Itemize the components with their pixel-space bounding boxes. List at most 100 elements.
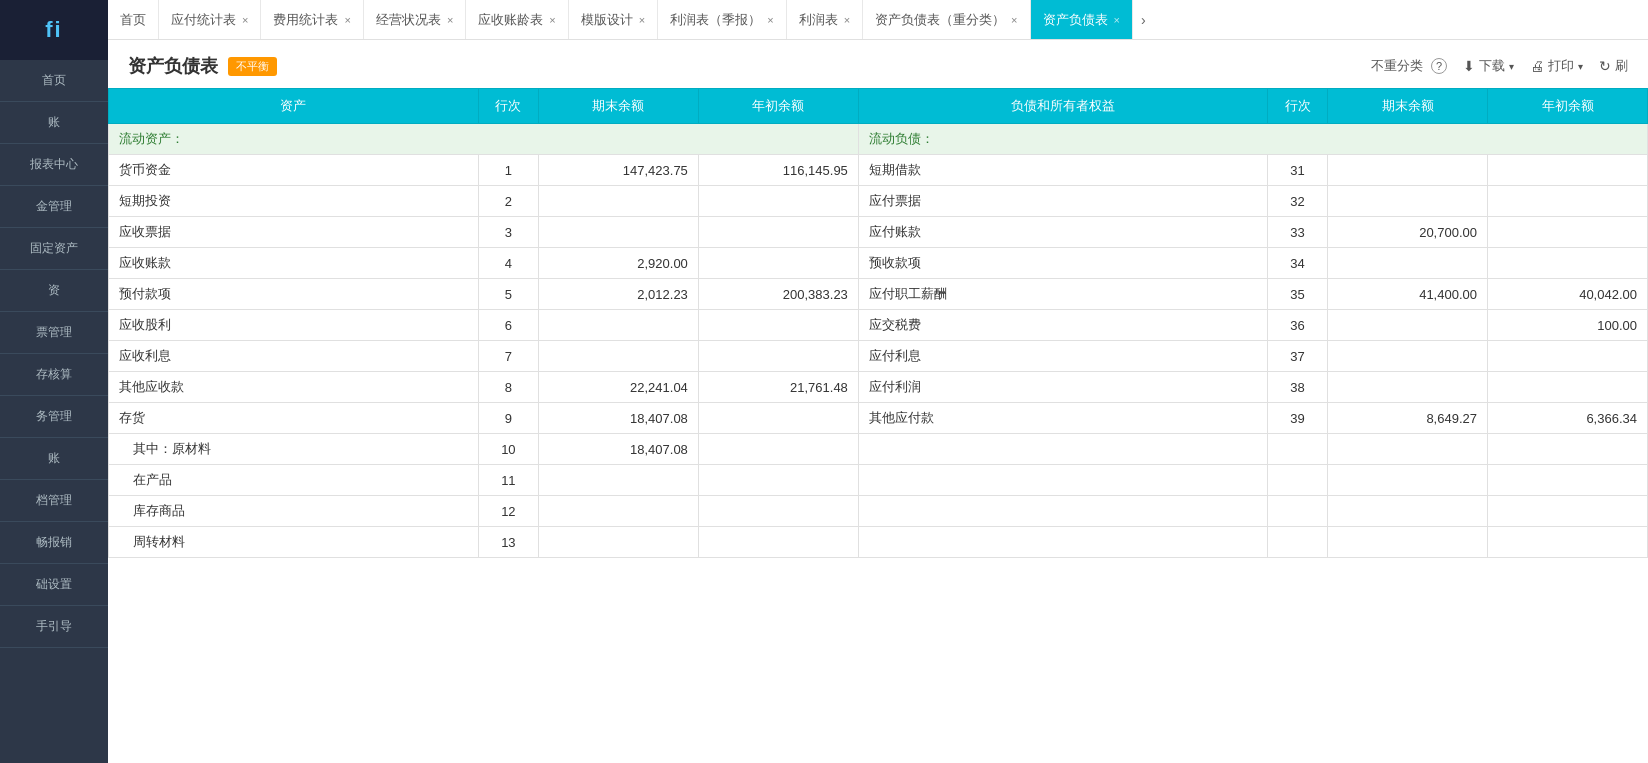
download-btn[interactable]: ⬇ 下载 ▾ — [1463, 57, 1514, 75]
tab-close-expense-stats[interactable]: × — [344, 14, 350, 26]
report-table: 资产 行次 期末余额 年初余额 负债和所有者权益 行次 期末余额 年初余额 流动… — [108, 88, 1648, 558]
sidebar-item-settings[interactable]: 础设置 — [0, 564, 108, 606]
table-row-left-end-5: 2,012.23 — [538, 279, 698, 310]
tab-template-design[interactable]: 模版设计 × — [569, 0, 658, 40]
sidebar-item-assets[interactable]: 固定资产 — [0, 228, 108, 270]
tab-close-profit-quarterly[interactable]: × — [767, 14, 773, 26]
table-row-left-num-11: 11 — [478, 465, 538, 496]
tab-close-profit[interactable]: × — [844, 14, 850, 26]
download-icon: ⬇ — [1463, 58, 1475, 74]
table-row-left-item-3: 应收票据 — [109, 217, 479, 248]
table-row-left-item-13: 周转材料 — [109, 527, 479, 558]
section-left-0: 流动资产： — [109, 124, 859, 155]
table-row-right-end-5: 41,400.00 — [1328, 279, 1488, 310]
table-row-right-begin-9: 6,366.34 — [1488, 403, 1648, 434]
table-row-right-num-8: 38 — [1268, 372, 1328, 403]
table-row-left-begin-5: 200,383.23 — [698, 279, 858, 310]
table-row-left-begin-3 — [698, 217, 858, 248]
tab-receivable-age[interactable]: 应收账龄表 × — [466, 0, 568, 40]
sidebar-item-bills[interactable]: 票管理 — [0, 312, 108, 354]
sidebar-item-cash[interactable]: 金管理 — [0, 186, 108, 228]
table-row-left-num-5: 5 — [478, 279, 538, 310]
sidebar: fi 首页 账 报表中心 金管理 固定资产 资 票管理 存核算 务管理 账 档管… — [0, 0, 108, 763]
sidebar-item-ledger[interactable]: 账 — [0, 438, 108, 480]
table-row-left-begin-1: 116,145.95 — [698, 155, 858, 186]
table-row-right-item-1: 短期借款 — [858, 155, 1267, 186]
content-area: 资产负债表 不平衡 不重分类 ? ⬇ 下载 ▾ 🖨 打印 ▾ — [108, 40, 1648, 763]
tab-payable-stats[interactable]: 应付统计表 × — [159, 0, 261, 40]
sidebar-item-home[interactable]: 首页 — [0, 60, 108, 102]
table-row-left-item-7: 应收利息 — [109, 341, 479, 372]
tab-close-template-design[interactable]: × — [639, 14, 645, 26]
table-row-right-num-9: 39 — [1268, 403, 1328, 434]
table-row-right-num-6: 36 — [1268, 310, 1328, 341]
table-row-left-begin-13 — [698, 527, 858, 558]
table-row-right-end-12 — [1328, 496, 1488, 527]
print-icon: 🖨 — [1530, 58, 1544, 74]
table-row-left-item-6: 应收股利 — [109, 310, 479, 341]
table-row-right-end-3: 20,700.00 — [1328, 217, 1488, 248]
print-chevron-icon: ▾ — [1578, 61, 1583, 72]
table-row-left-num-6: 6 — [478, 310, 538, 341]
tab-profit-quarterly[interactable]: 利润表（季报） × — [658, 0, 786, 40]
tab-balance[interactable]: 资产负债表 × — [1031, 0, 1133, 40]
table-row-left-end-1: 147,423.75 — [538, 155, 698, 186]
col-header-end-balance-left: 期末余额 — [538, 89, 698, 124]
tab-scroll-right[interactable]: › — [1133, 0, 1154, 40]
tab-home[interactable]: 首页 — [108, 0, 159, 40]
table-row-left-end-4: 2,920.00 — [538, 248, 698, 279]
table-row-left-end-11 — [538, 465, 698, 496]
main-area: 首页 应付统计表 × 费用统计表 × 经营状况表 × 应收账龄表 × 模版设计 … — [108, 0, 1648, 763]
refresh-btn[interactable]: ↻ 刷 — [1599, 57, 1628, 75]
no-reclassify-btn[interactable]: 不重分类 ? — [1371, 57, 1447, 75]
table-row-right-item-10 — [858, 434, 1267, 465]
refresh-icon: ↻ — [1599, 58, 1611, 74]
help-icon[interactable]: ? — [1431, 58, 1447, 74]
tab-operation[interactable]: 经营状况表 × — [364, 0, 466, 40]
print-btn[interactable]: 🖨 打印 ▾ — [1530, 57, 1583, 75]
table-row-right-item-4: 预收款项 — [858, 248, 1267, 279]
table-row-right-num-10 — [1268, 434, 1328, 465]
table-row-left-item-8: 其他应收款 — [109, 372, 479, 403]
table-row-left-item-10: 其中：原材料 — [109, 434, 479, 465]
table-row-right-begin-8 — [1488, 372, 1648, 403]
table-row-right-item-2: 应付票据 — [858, 186, 1267, 217]
table-row-right-end-10 — [1328, 434, 1488, 465]
tab-close-operation[interactable]: × — [447, 14, 453, 26]
sidebar-item-capital[interactable]: 资 — [0, 270, 108, 312]
table-row-left-num-7: 7 — [478, 341, 538, 372]
table-row-left-num-4: 4 — [478, 248, 538, 279]
tab-close-balance[interactable]: × — [1114, 14, 1120, 26]
col-header-begin-balance-left: 年初余额 — [698, 89, 858, 124]
table-row-right-end-13 — [1328, 527, 1488, 558]
tab-profit[interactable]: 利润表 × — [787, 0, 863, 40]
table-row-right-end-1 — [1328, 155, 1488, 186]
table-row-left-begin-9 — [698, 403, 858, 434]
sidebar-item-expense[interactable]: 畅报销 — [0, 522, 108, 564]
sidebar-logo: fi — [0, 0, 108, 60]
table-row-left-item-9: 存货 — [109, 403, 479, 434]
tab-balance-reclassify[interactable]: 资产负债表（重分类） × — [863, 0, 1030, 40]
sidebar-item-tax[interactable]: 务管理 — [0, 396, 108, 438]
col-header-row-num-left: 行次 — [478, 89, 538, 124]
table-row-right-begin-4 — [1488, 248, 1648, 279]
table-row-right-num-5: 35 — [1268, 279, 1328, 310]
table-row-right-num-11 — [1268, 465, 1328, 496]
sidebar-item-guide[interactable]: 手引导 — [0, 606, 108, 648]
table-row-right-begin-11 — [1488, 465, 1648, 496]
table-row-right-num-3: 33 — [1268, 217, 1328, 248]
tab-close-payable-stats[interactable]: × — [242, 14, 248, 26]
table-row-left-num-8: 8 — [478, 372, 538, 403]
sidebar-item-account[interactable]: 账 — [0, 102, 108, 144]
tab-close-balance-reclassify[interactable]: × — [1011, 14, 1017, 26]
tab-expense-stats[interactable]: 费用统计表 × — [261, 0, 363, 40]
sidebar-item-archive[interactable]: 档管理 — [0, 480, 108, 522]
sidebar-item-inventory[interactable]: 存核算 — [0, 354, 108, 396]
table-row-left-num-9: 9 — [478, 403, 538, 434]
sidebar-item-reports[interactable]: 报表中心 — [0, 144, 108, 186]
table-row-left-end-2 — [538, 186, 698, 217]
table-row-right-num-12 — [1268, 496, 1328, 527]
tab-close-receivable-age[interactable]: × — [549, 14, 555, 26]
table-row-right-end-4 — [1328, 248, 1488, 279]
table-row-left-end-12 — [538, 496, 698, 527]
